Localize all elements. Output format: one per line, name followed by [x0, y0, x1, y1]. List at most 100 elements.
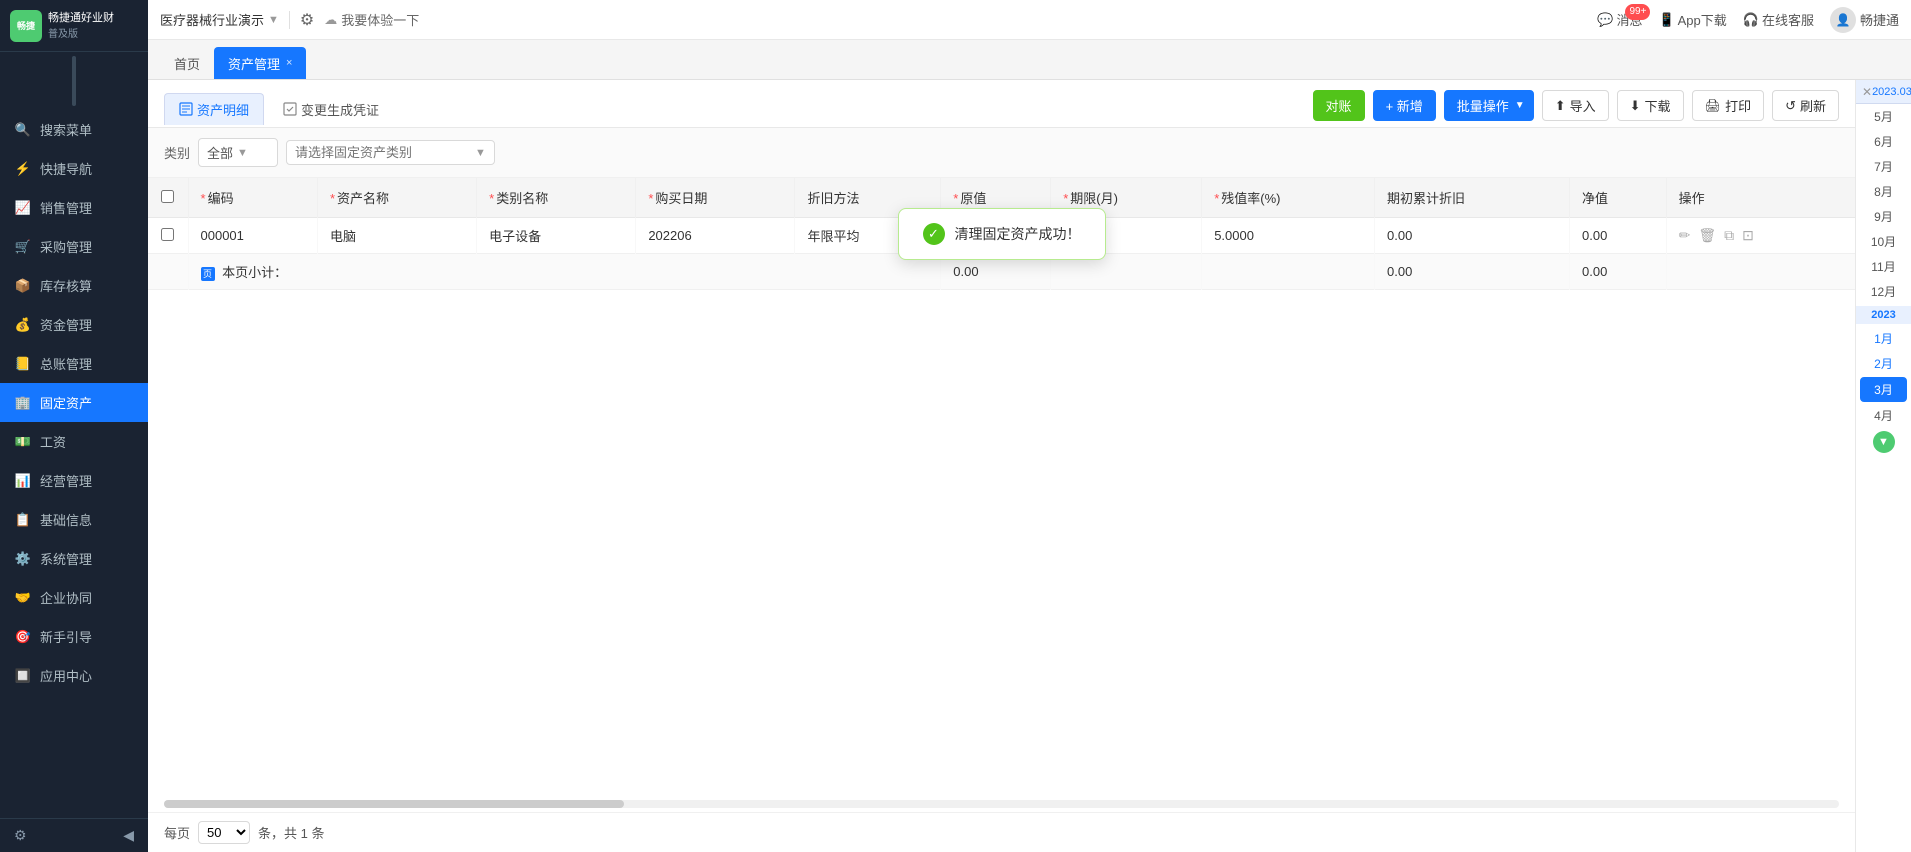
sidebar-item-system[interactable]: ⚙️ 系统管理 — [0, 539, 148, 578]
print-button[interactable]: 🖨 打印 — [1692, 90, 1765, 121]
filter-input-arrow: ▼ — [475, 147, 486, 159]
sidebar-item-ledger[interactable]: 📒 总账管理 — [0, 344, 148, 383]
scroll-thumb[interactable] — [164, 800, 624, 808]
sub-tab-asset-detail[interactable]: 资产明细 — [164, 93, 264, 125]
sidebar-item-basic-info[interactable]: 📋 基础信息 — [0, 500, 148, 539]
sidebar-item-search[interactable]: 🔍 搜索菜单 — [0, 110, 148, 149]
reconcile-label: 对账 — [1326, 96, 1352, 115]
sidebar-item-ops[interactable]: 📊 经营管理 — [0, 461, 148, 500]
sidebar-item-apps[interactable]: 🔲 应用中心 — [0, 656, 148, 695]
calendar-panel: ✕ 2023.03 ⤢ 5月 6月 7月 8月 9月 10月 11月 12月 2… — [1855, 80, 1911, 852]
edit-icon[interactable]: ✏ — [1679, 227, 1691, 244]
tab-close-icon[interactable]: × — [286, 57, 292, 69]
content-main: 资产明细 变更生成凭证 对账 + 新增 — [148, 80, 1855, 852]
row-checkbox[interactable] — [161, 228, 174, 241]
sidebar-item-coop[interactable]: 🤝 企业协同 — [0, 578, 148, 617]
calendar-month-5[interactable]: 5月 — [1856, 104, 1911, 129]
import-button[interactable]: ⬆ 导入 — [1542, 90, 1609, 121]
filter-bar: 类别 全部 ▼ ▼ — [148, 128, 1855, 178]
calendar-month-2[interactable]: 2月 — [1856, 351, 1911, 376]
reconcile-button[interactable]: 对账 — [1313, 90, 1365, 121]
quicknav-icon: ⚡ — [14, 160, 32, 178]
calendar-close-icon[interactable]: ✕ — [1862, 85, 1872, 99]
company-selector[interactable]: 医疗器械行业演示 ▼ — [160, 10, 279, 29]
print-label: 打印 — [1725, 96, 1751, 115]
category-display-select[interactable]: 全部 ▼ — [198, 138, 278, 167]
coop-icon: 🤝 — [14, 589, 32, 607]
category-filter-input[interactable] — [295, 145, 475, 160]
th-accumulated-depreciation: 期初累计折旧 — [1375, 178, 1570, 218]
avatar: 👤 — [1830, 7, 1856, 33]
messages-button[interactable]: 💬 消息 99+ — [1597, 10, 1642, 29]
subtotal-icon: 页 — [201, 267, 215, 281]
logo-subtitle: 普及版 — [48, 25, 114, 40]
sub-tabs-left: 资产明细 变更生成凭证 — [164, 93, 394, 125]
settings-gear-icon[interactable]: ⚙ — [300, 10, 314, 30]
download-button[interactable]: ⬇ 下载 — [1617, 90, 1684, 121]
calendar-month-6[interactable]: 6月 — [1856, 129, 1911, 154]
purchase-icon: 🛒 — [14, 238, 32, 256]
payroll-icon: 💵 — [14, 433, 32, 451]
calendar-month-12[interactable]: 12月 — [1856, 279, 1911, 304]
topbar: 医疗器械行业演示 ▼ ⚙ ☁ 我要体验一下 💬 消息 99+ 📱 App下载 🎧… — [148, 0, 1911, 40]
calendar-month-4[interactable]: 4月 — [1856, 403, 1911, 428]
th-name: *资产名称 — [317, 178, 476, 218]
apps-icon: 🔲 — [14, 667, 32, 685]
app-download-icon: 📱 — [1658, 12, 1674, 28]
tab-asset-management[interactable]: 资产管理 × — [214, 47, 306, 79]
sidebar-item-quicknav[interactable]: ⚡ 快捷导航 — [0, 149, 148, 188]
import-label: 导入 — [1570, 96, 1596, 115]
batch-ops-button[interactable]: 批量操作 ▼ — [1444, 90, 1534, 121]
sidebar-item-finance[interactable]: 💰 资金管理 — [0, 305, 148, 344]
select-all-checkbox[interactable] — [161, 190, 174, 203]
action-icons: ✏ 🗑 ⧉ ⊡ — [1679, 227, 1843, 244]
calendar-year-marker: 2023 — [1856, 306, 1911, 324]
subtotal-label: 本页小计： — [222, 265, 287, 280]
app-download-button[interactable]: 📱 App下载 — [1658, 10, 1726, 29]
main-area: 医疗器械行业演示 ▼ ⚙ ☁ 我要体验一下 💬 消息 99+ 📱 App下载 🎧… — [148, 0, 1911, 852]
change-voucher-icon — [283, 102, 297, 116]
search-nav-icon: 🔍 — [14, 121, 32, 139]
user-profile[interactable]: 👤 畅捷通 — [1830, 7, 1899, 33]
calendar-month-10[interactable]: 10月 — [1856, 229, 1911, 254]
refresh-button[interactable]: ↺ 刷新 — [1772, 90, 1839, 121]
settings-bottom-icon[interactable]: ⚙ — [14, 827, 27, 844]
sidebar-item-sales[interactable]: 📈 销售管理 — [0, 188, 148, 227]
th-actions: 操作 — [1666, 178, 1855, 218]
more-icon[interactable]: ⊡ — [1742, 227, 1754, 244]
calendar-month-1[interactable]: 1月 — [1856, 326, 1911, 351]
th-checkbox — [148, 178, 188, 218]
sidebar-item-fixed-assets[interactable]: 🏢 固定资产 — [0, 383, 148, 422]
th-code: *编码 — [188, 178, 317, 218]
sub-tab-change-voucher[interactable]: 变更生成凭证 — [268, 93, 394, 125]
online-service-button[interactable]: 🎧 在线客服 — [1743, 10, 1814, 29]
per-page-select[interactable]: 20 50 100 — [198, 821, 250, 844]
delete-icon[interactable]: 🗑 — [1698, 227, 1716, 244]
download-icon: ⬇ — [1630, 98, 1641, 114]
horizontal-scrollbar[interactable] — [164, 800, 1839, 808]
calendar-nav-down[interactable]: ▼ — [1873, 431, 1895, 453]
logo-title: 畅捷通好业财 — [48, 11, 114, 25]
calendar-month-11[interactable]: 11月 — [1856, 254, 1911, 279]
sidebar-item-inventory[interactable]: 📦 库存核算 — [0, 266, 148, 305]
tab-home[interactable]: 首页 — [160, 47, 214, 79]
messages-badge: 99+ — [1625, 4, 1650, 20]
calendar-month-3-current[interactable]: 3月 — [1860, 377, 1907, 402]
calendar-month-9[interactable]: 9月 — [1856, 204, 1911, 229]
company-dropdown-icon: ▼ — [268, 14, 279, 26]
sidebar-item-payroll[interactable]: 💵 工资 — [0, 422, 148, 461]
sidebar-item-guide[interactable]: 🎯 新手引导 — [0, 617, 148, 656]
category-input-wrap[interactable]: ▼ — [286, 140, 495, 165]
calendar-month-7[interactable]: 7月 — [1856, 154, 1911, 179]
calendar-header: ✕ 2023.03 ⤢ — [1856, 80, 1911, 104]
new-button[interactable]: + 新增 — [1373, 90, 1436, 121]
ops-icon: 📊 — [14, 472, 32, 490]
collapse-icon[interactable]: ◀ — [123, 827, 134, 844]
calendar-month-8[interactable]: 8月 — [1856, 179, 1911, 204]
subtotal-empty-checkbox — [148, 254, 188, 290]
experience-link[interactable]: ☁ 我要体验一下 — [324, 10, 419, 29]
sidebar-item-purchase[interactable]: 🛒 采购管理 — [0, 227, 148, 266]
copy-icon[interactable]: ⧉ — [1724, 227, 1734, 244]
category-select-arrow: ▼ — [237, 147, 248, 159]
tab-asset-label: 资产管理 — [228, 54, 280, 73]
